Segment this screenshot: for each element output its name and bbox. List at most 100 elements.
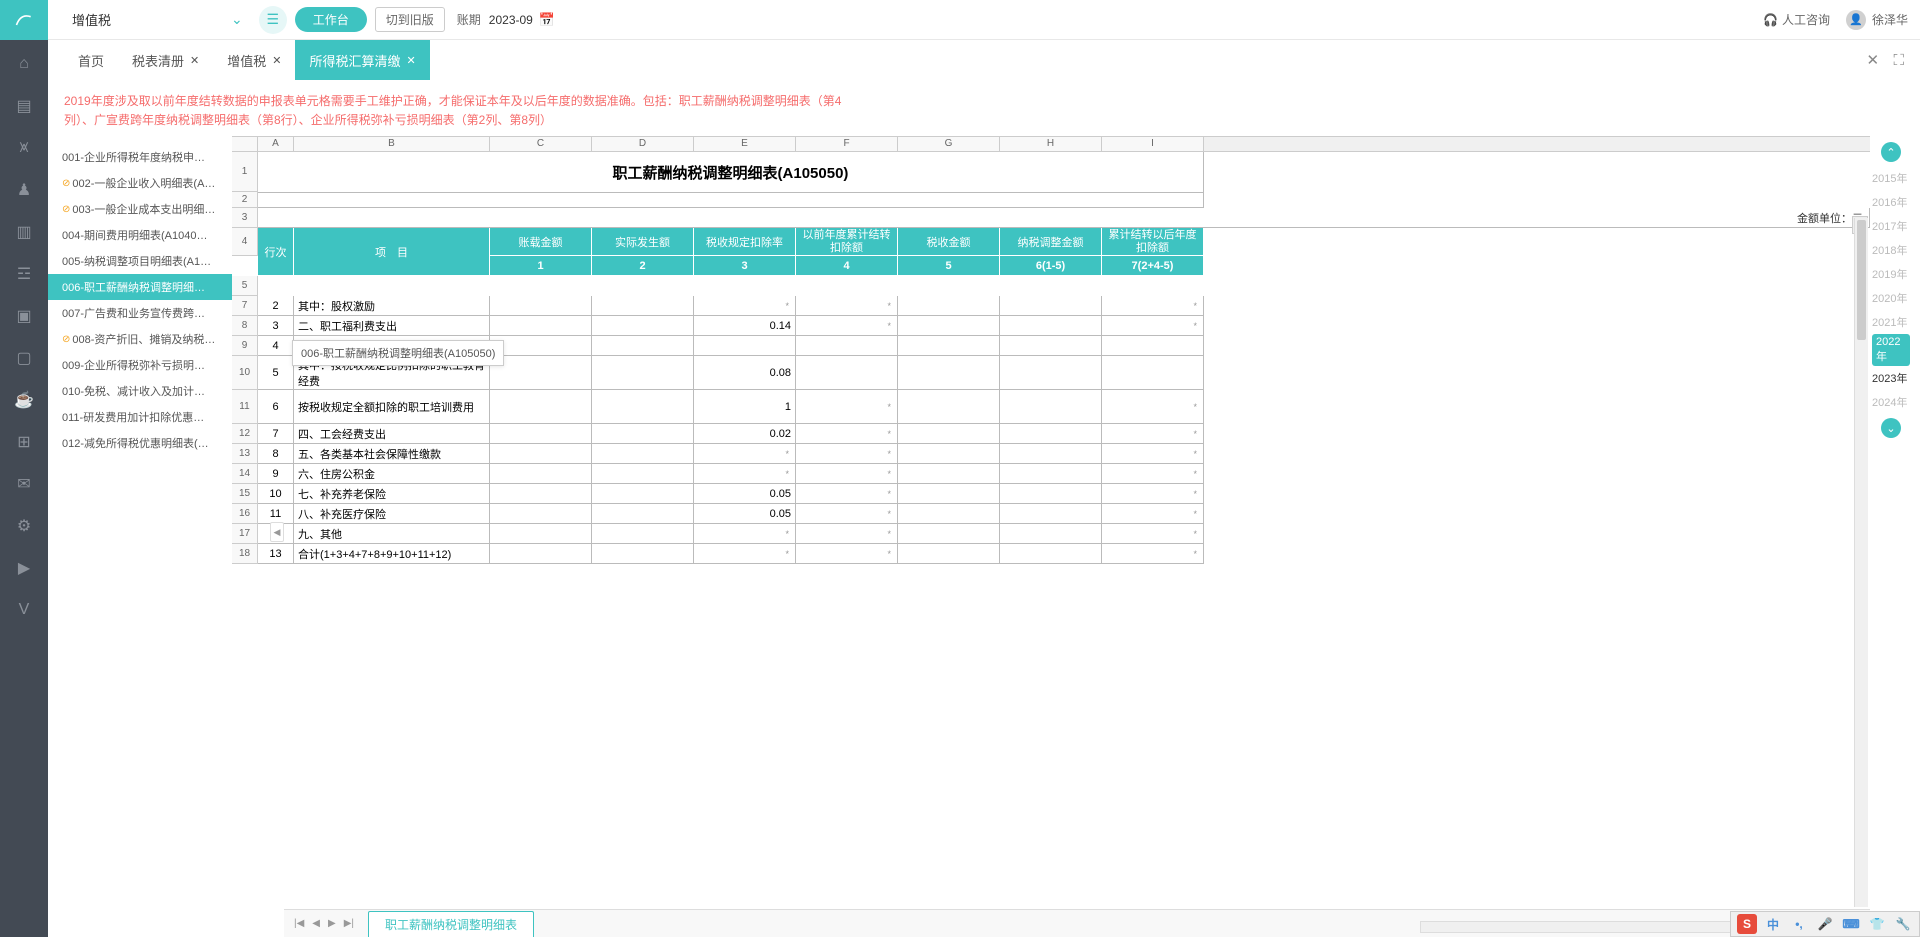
cell-value[interactable] bbox=[490, 524, 592, 544]
cell-value[interactable]: * bbox=[1102, 296, 1204, 316]
cell-value[interactable] bbox=[898, 390, 1000, 424]
cell-value[interactable] bbox=[1000, 464, 1102, 484]
cell-label[interactable]: 九、其他 bbox=[294, 524, 490, 544]
cell-value[interactable] bbox=[592, 316, 694, 336]
user-menu[interactable]: 👤徐泽华 bbox=[1846, 10, 1908, 30]
cell-value[interactable] bbox=[898, 504, 1000, 524]
cell-value[interactable] bbox=[592, 424, 694, 444]
form-list-item[interactable]: 007-广告费和业务宣传费跨… bbox=[48, 300, 232, 326]
cell-value[interactable] bbox=[1102, 336, 1204, 356]
cell-seq[interactable]: 11 bbox=[258, 504, 294, 524]
cell-value[interactable] bbox=[898, 356, 1000, 390]
cell-value[interactable] bbox=[592, 504, 694, 524]
ime-mic-icon[interactable]: 🎤 bbox=[1815, 914, 1835, 934]
year-item[interactable]: 2021年 bbox=[1872, 310, 1910, 334]
year-item[interactable]: 2018年 bbox=[1872, 238, 1910, 262]
cell-value[interactable] bbox=[898, 484, 1000, 504]
row-header[interactable]: 15 bbox=[232, 484, 258, 504]
cell-value[interactable] bbox=[592, 336, 694, 356]
nav-send-icon[interactable]: ✉ bbox=[0, 466, 48, 502]
form-list-item[interactable]: 004-期间费用明细表(A1040… bbox=[48, 222, 232, 248]
form-list-item[interactable]: 001-企业所得税年度纳税申… bbox=[48, 144, 232, 170]
row-header[interactable]: 16 bbox=[232, 504, 258, 524]
cell-value[interactable]: 0.08 bbox=[694, 356, 796, 390]
row-header[interactable]: 17 bbox=[232, 524, 258, 544]
workbench-button[interactable]: 工作台 bbox=[295, 7, 367, 32]
tab-vat[interactable]: 增值税✕ bbox=[213, 40, 295, 80]
ime-punct-icon[interactable]: •, bbox=[1789, 914, 1809, 934]
cell-value[interactable]: * bbox=[694, 464, 796, 484]
cell-value[interactable]: * bbox=[1102, 316, 1204, 336]
cell-value[interactable] bbox=[1000, 444, 1102, 464]
nav-clipboard-icon[interactable]: ▥ bbox=[0, 214, 48, 250]
cell-value[interactable] bbox=[898, 424, 1000, 444]
cell-value[interactable]: * bbox=[796, 390, 898, 424]
row-header[interactable]: 13 bbox=[232, 444, 258, 464]
cell-value[interactable]: * bbox=[1102, 444, 1204, 464]
cell-value[interactable] bbox=[490, 444, 592, 464]
form-list-item[interactable]: 005-纳税调整项目明细表(A1… bbox=[48, 248, 232, 274]
cell-value[interactable]: * bbox=[796, 424, 898, 444]
nav-box-icon[interactable]: ▢ bbox=[0, 340, 48, 376]
cell-value[interactable]: * bbox=[796, 444, 898, 464]
cell-value[interactable] bbox=[898, 524, 1000, 544]
col-header-c[interactable]: C bbox=[490, 137, 592, 151]
col-header-a[interactable]: A bbox=[258, 137, 294, 151]
cell-label[interactable]: 六、住房公积金 bbox=[294, 464, 490, 484]
cell-value[interactable] bbox=[490, 484, 592, 504]
vertical-scrollbar[interactable] bbox=[1854, 218, 1868, 907]
cell-label[interactable]: 二、职工福利费支出 bbox=[294, 316, 490, 336]
year-item[interactable]: 2023年 bbox=[1872, 366, 1910, 390]
col-header-f[interactable]: F bbox=[796, 137, 898, 151]
cell-seq[interactable]: 10 bbox=[258, 484, 294, 504]
info-button[interactable]: ☰ bbox=[259, 6, 287, 34]
cell-value[interactable]: * bbox=[1102, 424, 1204, 444]
cell-value[interactable] bbox=[592, 444, 694, 464]
cell-value[interactable] bbox=[796, 336, 898, 356]
cell-label[interactable]: 其中：股权激励 bbox=[294, 296, 490, 316]
cell-value[interactable] bbox=[592, 464, 694, 484]
app-logo[interactable] bbox=[0, 0, 48, 40]
cell-value[interactable]: * bbox=[1102, 390, 1204, 424]
calendar-icon[interactable]: 📅 bbox=[539, 12, 555, 28]
tab-tax-list[interactable]: 税表清册✕ bbox=[118, 40, 213, 80]
year-item[interactable]: 2020年 bbox=[1872, 286, 1910, 310]
year-item[interactable]: 2015年 bbox=[1872, 166, 1910, 190]
cell-value[interactable] bbox=[490, 356, 592, 390]
nav-report-icon[interactable]: ⊞ bbox=[0, 424, 48, 460]
tab-income-tax[interactable]: 所得税汇算清缴✕ bbox=[295, 40, 429, 80]
row-header-4[interactable]: 4 bbox=[232, 228, 258, 256]
cell-value[interactable]: 0.02 bbox=[694, 424, 796, 444]
cell-value[interactable] bbox=[1000, 484, 1102, 504]
cell-value[interactable]: * bbox=[796, 316, 898, 336]
cell-value[interactable] bbox=[1000, 336, 1102, 356]
year-down-button[interactable]: ⌄ bbox=[1881, 418, 1901, 438]
tab-home[interactable]: 首页 bbox=[64, 40, 118, 80]
cell-value[interactable] bbox=[490, 424, 592, 444]
cell-value[interactable]: * bbox=[796, 524, 898, 544]
cell-label[interactable]: 合计(1+3+4+7+8+9+10+11+12) bbox=[294, 544, 490, 564]
cell-value[interactable]: * bbox=[694, 544, 796, 564]
cell-value[interactable] bbox=[490, 504, 592, 524]
sheet-nav-first[interactable]: |◀ bbox=[294, 918, 304, 929]
col-header-b[interactable]: B bbox=[294, 137, 490, 151]
collapse-panel-button[interactable]: ◀ bbox=[270, 522, 284, 542]
row-header[interactable]: 10 bbox=[232, 356, 258, 390]
cell-label[interactable]: 八、补充医疗保险 bbox=[294, 504, 490, 524]
col-header-h[interactable]: H bbox=[1000, 137, 1102, 151]
cell-label[interactable]: 七、补充养老保险 bbox=[294, 484, 490, 504]
cell-value[interactable] bbox=[1000, 544, 1102, 564]
row-header[interactable]: 8 bbox=[232, 316, 258, 336]
sheet-tab-active[interactable]: 职工薪酬纳税调整明细表 bbox=[368, 911, 534, 937]
form-list-item[interactable]: ⊘002-一般企业收入明细表(A… bbox=[48, 170, 232, 196]
cell-value[interactable] bbox=[490, 464, 592, 484]
cell-value[interactable] bbox=[1000, 504, 1102, 524]
form-list-item[interactable]: ⊘003-一般企业成本支出明细… bbox=[48, 196, 232, 222]
cell-value[interactable] bbox=[1000, 390, 1102, 424]
cell-value[interactable]: * bbox=[796, 464, 898, 484]
cell-value[interactable] bbox=[898, 464, 1000, 484]
cell-seq[interactable]: 2 bbox=[258, 296, 294, 316]
form-list-item[interactable]: 012-减免所得税优惠明细表(… bbox=[48, 430, 232, 456]
cell-value[interactable] bbox=[592, 356, 694, 390]
sheet-nav-next[interactable]: ▶ bbox=[328, 918, 336, 929]
